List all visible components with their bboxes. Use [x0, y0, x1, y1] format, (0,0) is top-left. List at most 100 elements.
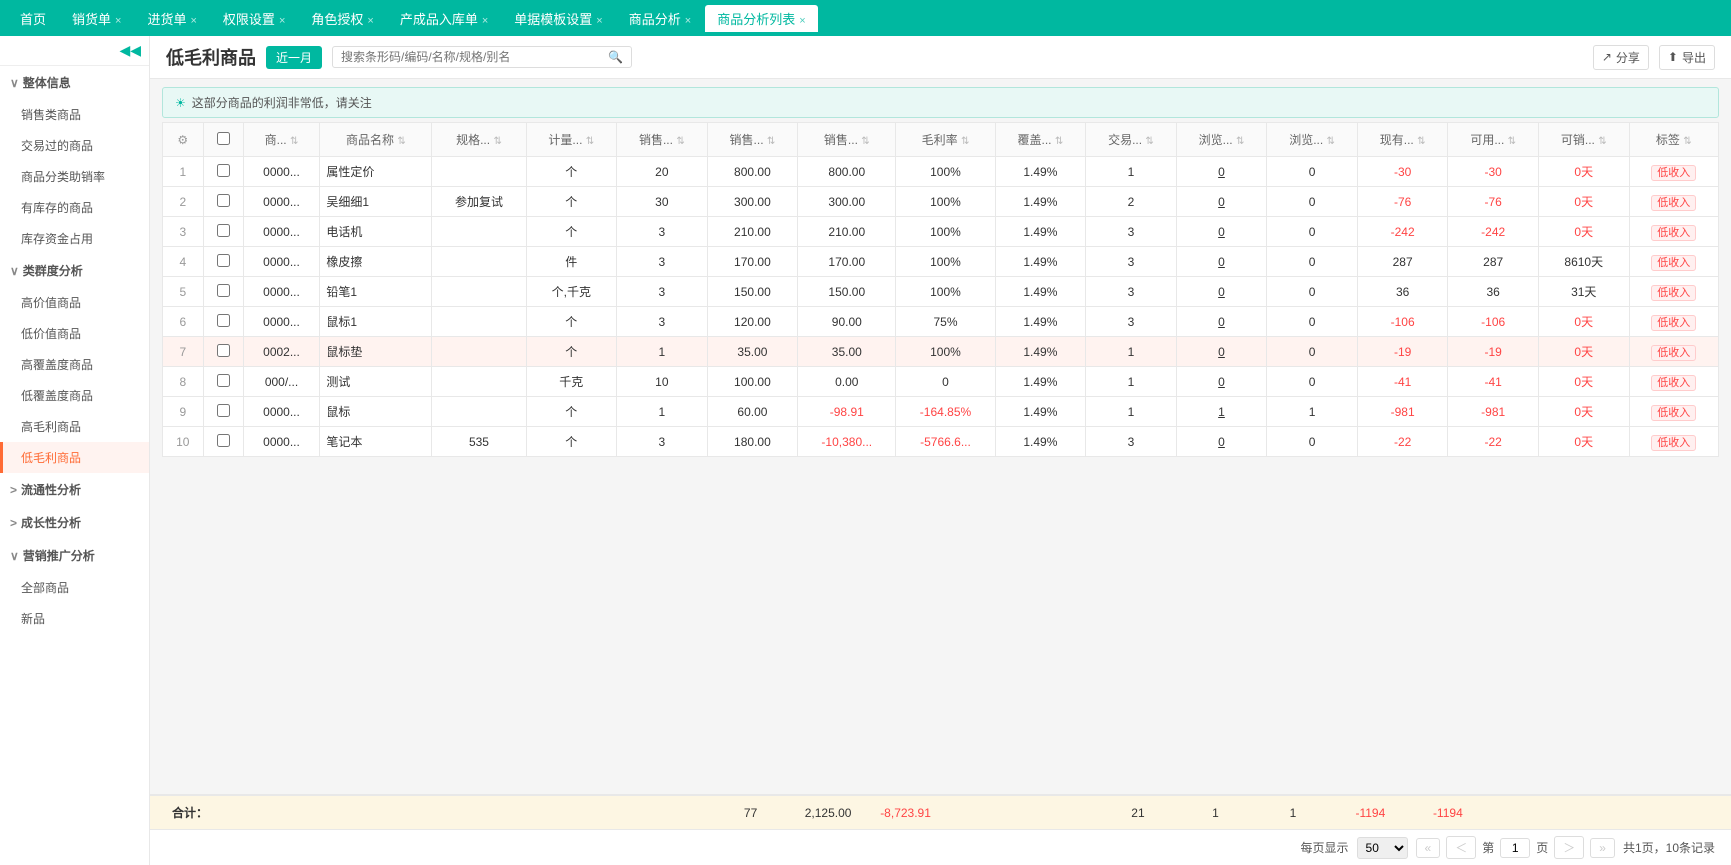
sidebar-group-整体信息[interactable]: ∨整体信息: [0, 66, 149, 99]
view-count-1[interactable]: 0: [1176, 187, 1267, 217]
col-header-name[interactable]: 商品名称 ⇅: [320, 123, 432, 157]
per-page-select[interactable]: 102050100: [1357, 837, 1408, 859]
nav-close-icon[interactable]: ×: [279, 15, 285, 27]
product-name[interactable]: 笔记本: [320, 427, 432, 457]
nav-close-icon[interactable]: ×: [115, 15, 121, 27]
col-header-spec[interactable]: 规格... ⇅: [432, 123, 526, 157]
view-count-1[interactable]: 0: [1176, 217, 1267, 247]
sidebar-item-低覆盖度商品[interactable]: 低覆盖度商品: [0, 380, 149, 411]
view-link[interactable]: 0: [1218, 435, 1225, 449]
nav-item-商品分析列表[interactable]: 商品分析列表×: [705, 5, 817, 32]
sort-icon-code[interactable]: ⇅: [290, 136, 298, 147]
col-header-sales_qty[interactable]: 销售... ⇅: [617, 123, 708, 157]
row-select-checkbox[interactable]: [217, 224, 230, 237]
col-header-unit[interactable]: 计量... ⇅: [526, 123, 617, 157]
sidebar-group-营销推广分析[interactable]: ∨营销推广分析: [0, 539, 149, 572]
col-header-trade_count[interactable]: 交易... ⇅: [1086, 123, 1177, 157]
settings-column-icon[interactable]: ⚙: [177, 133, 188, 147]
nav-close-icon[interactable]: ×: [596, 15, 602, 27]
sort-icon-gross_margin[interactable]: ⇅: [961, 136, 969, 147]
view-link[interactable]: 0: [1218, 225, 1225, 239]
nav-item-角色授权[interactable]: 角色授权×: [299, 5, 385, 32]
nav-close-icon[interactable]: ×: [367, 15, 373, 27]
search-icon[interactable]: 🔍: [608, 50, 623, 64]
sort-icon-sales_qty[interactable]: ⇅: [676, 136, 684, 147]
product-name[interactable]: 属性定价: [320, 157, 432, 187]
page-number-input[interactable]: 1: [1500, 838, 1530, 858]
sort-icon-spec[interactable]: ⇅: [493, 136, 501, 147]
col-header-tag[interactable]: 标签 ⇅: [1629, 123, 1718, 157]
product-name[interactable]: 铅笔1: [320, 277, 432, 307]
nav-item-单据模板设置[interactable]: 单据模板设置×: [502, 5, 614, 32]
sort-icon-trade_count[interactable]: ⇅: [1145, 136, 1153, 147]
product-name[interactable]: 电话机: [320, 217, 432, 247]
view-count-1[interactable]: 1: [1176, 397, 1267, 427]
sort-icon-sales_price[interactable]: ⇅: [767, 136, 775, 147]
sort-icon-sales_amount[interactable]: ⇅: [861, 136, 869, 147]
col-header-sales_amount[interactable]: 销售... ⇅: [798, 123, 896, 157]
view-count-1[interactable]: 0: [1176, 307, 1267, 337]
sidebar-item-低价值商品[interactable]: 低价值商品: [0, 318, 149, 349]
sidebar-collapse-button[interactable]: ◀◀: [0, 36, 149, 66]
sidebar-item-低毛利商品[interactable]: 低毛利商品: [0, 442, 149, 473]
sidebar-item-新品[interactable]: 新品: [0, 603, 149, 634]
col-header-gross_margin[interactable]: 毛利率 ⇅: [896, 123, 995, 157]
view-link[interactable]: 0: [1218, 315, 1225, 329]
nav-item-进货单[interactable]: 进货单×: [135, 5, 208, 32]
product-name[interactable]: 鼠标1: [320, 307, 432, 337]
sort-icon-view1[interactable]: ⇅: [1236, 136, 1244, 147]
select-all-checkbox[interactable]: [217, 132, 230, 145]
nav-item-商品分析[interactable]: 商品分析×: [617, 5, 703, 32]
row-select-checkbox[interactable]: [217, 194, 230, 207]
sort-icon-coverage[interactable]: ⇅: [1055, 136, 1063, 147]
view-link[interactable]: 0: [1218, 375, 1225, 389]
view-link[interactable]: 0: [1218, 255, 1225, 269]
view-link[interactable]: 0: [1218, 165, 1225, 179]
col-header-view1[interactable]: 浏览... ⇅: [1176, 123, 1267, 157]
prev-page-button[interactable]: ＜: [1446, 836, 1476, 859]
first-page-button[interactable]: «: [1416, 838, 1441, 858]
next-page-button[interactable]: ＞: [1554, 836, 1584, 859]
nav-close-icon[interactable]: ×: [482, 15, 488, 27]
sidebar-item-高毛利商品[interactable]: 高毛利商品: [0, 411, 149, 442]
col-header-sales_price[interactable]: 销售... ⇅: [707, 123, 798, 157]
date-filter-button[interactable]: 近一月: [266, 46, 322, 69]
row-select-checkbox[interactable]: [217, 374, 230, 387]
sidebar-item-全部商品[interactable]: 全部商品: [0, 572, 149, 603]
search-input[interactable]: [341, 50, 608, 64]
col-header-view2[interactable]: 浏览... ⇅: [1267, 123, 1358, 157]
view-count-1[interactable]: 0: [1176, 247, 1267, 277]
row-select-checkbox[interactable]: [217, 404, 230, 417]
sort-icon-view2[interactable]: ⇅: [1327, 136, 1335, 147]
sort-icon-tag[interactable]: ⇅: [1683, 136, 1691, 147]
sidebar-group-流通性分析[interactable]: >流通性分析: [0, 473, 149, 506]
view-count-1[interactable]: 0: [1176, 337, 1267, 367]
product-name[interactable]: 鼠标: [320, 397, 432, 427]
view-link[interactable]: 0: [1218, 195, 1225, 209]
last-page-button[interactable]: »: [1590, 838, 1615, 858]
product-name[interactable]: 鼠标垫: [320, 337, 432, 367]
view-count-1[interactable]: 0: [1176, 427, 1267, 457]
sidebar-item-高价值商品[interactable]: 高价值商品: [0, 287, 149, 318]
sort-icon-saleable[interactable]: ⇅: [1598, 136, 1606, 147]
nav-item-销货单[interactable]: 销货单×: [60, 5, 133, 32]
nav-close-icon[interactable]: ×: [685, 15, 691, 27]
sort-icon-available[interactable]: ⇅: [1508, 136, 1516, 147]
sidebar-group-类群度分析[interactable]: ∨类群度分析: [0, 254, 149, 287]
nav-item-权限设置[interactable]: 权限设置×: [211, 5, 297, 32]
sort-icon-current_stock[interactable]: ⇅: [1417, 136, 1425, 147]
sidebar-group-成长性分析[interactable]: >成长性分析: [0, 506, 149, 539]
nav-item-产成品入库单[interactable]: 产成品入库单×: [388, 5, 500, 32]
product-name[interactable]: 测试: [320, 367, 432, 397]
sidebar-item-交易过的商品[interactable]: 交易过的商品: [0, 130, 149, 161]
row-select-checkbox[interactable]: [217, 344, 230, 357]
view-link[interactable]: 1: [1218, 405, 1225, 419]
row-select-checkbox[interactable]: [217, 164, 230, 177]
view-count-1[interactable]: 0: [1176, 157, 1267, 187]
sidebar-item-高覆盖度商品[interactable]: 高覆盖度商品: [0, 349, 149, 380]
row-select-checkbox[interactable]: [217, 314, 230, 327]
nav-close-icon[interactable]: ×: [799, 15, 805, 27]
view-count-1[interactable]: 0: [1176, 367, 1267, 397]
view-count-1[interactable]: 0: [1176, 277, 1267, 307]
product-name[interactable]: 吴细细1: [320, 187, 432, 217]
